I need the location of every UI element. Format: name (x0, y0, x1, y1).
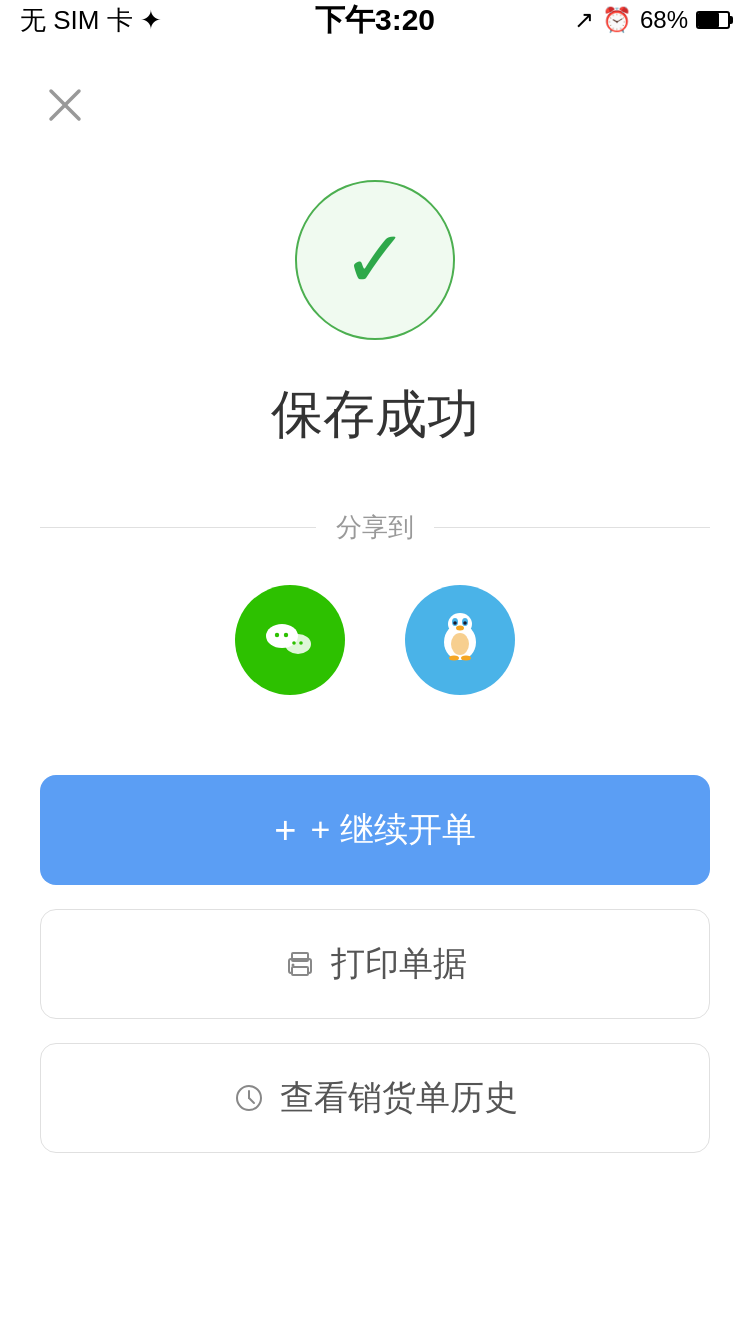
history-icon (232, 1081, 266, 1115)
battery-icon (696, 11, 730, 29)
share-divider: 分享到 (40, 510, 710, 545)
svg-point-21 (292, 964, 295, 967)
svg-point-7 (299, 641, 303, 645)
print-icon (283, 947, 317, 981)
success-circle: ✓ (295, 180, 455, 340)
plus-icon: + (274, 811, 296, 849)
qq-icon (428, 608, 492, 672)
divider-line-left (40, 527, 316, 528)
continue-label: + 继续开单 (310, 807, 475, 853)
svg-point-16 (449, 656, 459, 661)
location-icon: ↗ (574, 6, 594, 34)
svg-point-11 (453, 621, 457, 625)
print-button[interactable]: 打印单据 (40, 909, 710, 1019)
history-button[interactable]: 查看销货单历史 (40, 1043, 710, 1153)
status-time: 下午3:20 (315, 0, 435, 41)
svg-point-4 (275, 633, 279, 637)
continue-button[interactable]: + + 继续开单 (40, 775, 710, 885)
svg-point-5 (284, 633, 288, 637)
divider-line-right (434, 527, 710, 528)
battery-text: 68% (640, 6, 688, 34)
print-label: 打印单据 (331, 941, 467, 987)
share-divider-text: 分享到 (316, 510, 434, 545)
close-button[interactable] (30, 70, 100, 140)
wechat-icon (258, 608, 322, 672)
sim-signal-text: 无 SIM 卡 ✦ (20, 3, 162, 38)
status-right: ↗ ⏰ 68% (574, 6, 730, 34)
share-row (235, 585, 515, 695)
status-bar: 无 SIM 卡 ✦ 下午3:20 ↗ ⏰ 68% (0, 0, 750, 40)
alarm-icon: ⏰ (602, 6, 632, 34)
svg-point-17 (461, 656, 471, 661)
svg-point-3 (285, 634, 311, 654)
svg-rect-20 (292, 967, 308, 975)
checkmark-icon: ✓ (342, 220, 409, 300)
main-content: ✓ 保存成功 分享到 (0, 140, 750, 1334)
status-left: 无 SIM 卡 ✦ (20, 3, 162, 38)
svg-point-9 (448, 613, 472, 635)
svg-point-13 (463, 621, 467, 625)
svg-point-15 (451, 633, 469, 655)
share-qq-button[interactable] (405, 585, 515, 695)
svg-point-14 (456, 626, 464, 631)
share-wechat-button[interactable] (235, 585, 345, 695)
success-title: 保存成功 (271, 380, 479, 450)
svg-point-6 (292, 641, 296, 645)
svg-line-24 (249, 1098, 254, 1103)
actions-section: + + 继续开单 打印单据 查看销货单历史 (40, 775, 710, 1153)
history-label: 查看销货单历史 (280, 1075, 518, 1121)
